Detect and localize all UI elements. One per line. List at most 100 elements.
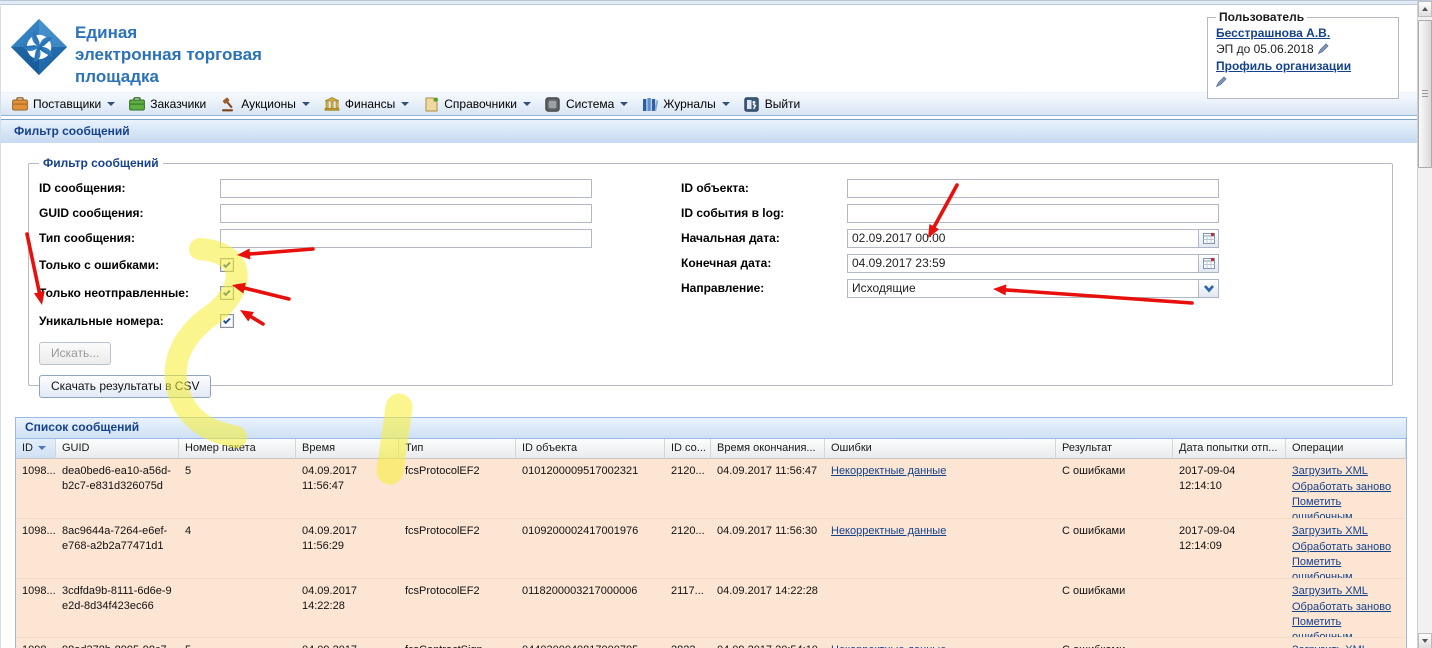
cell-time: 04.09.2017 20:54:10: [296, 638, 399, 648]
operation-link[interactable]: Загрузить XML: [1292, 643, 1396, 648]
object-id-input[interactable]: [847, 178, 1219, 198]
end-date-input[interactable]: [847, 253, 1199, 273]
menu-item-finance[interactable]: Финансы: [319, 94, 418, 114]
grid-body: 1098... dea0bed6-ea10-a56d-b2c7-e831d3260…: [16, 459, 1406, 648]
log-event-id-input[interactable]: [847, 203, 1219, 223]
cell-guid: 8ac9644a-7264-e6ef-e768-a2b2a77471d1: [62, 525, 168, 552]
only-errors-checkbox[interactable]: [220, 257, 234, 272]
table-row[interactable]: 1098... dea0bed6-ea10-a56d-b2c7-e831d3260…: [16, 459, 1406, 519]
direction-combobox[interactable]: [847, 278, 1199, 298]
only-unsent-checkbox[interactable]: [220, 285, 234, 300]
cell-object_id: 0101200009517002321: [522, 465, 639, 477]
cell-id: 1098...: [22, 585, 56, 597]
customers-icon: [129, 96, 146, 112]
cell-object_id: 0440300040817000705: [516, 638, 665, 648]
end-date-label: Конечная дата:: [681, 256, 772, 270]
vertical-scrollbar[interactable]: [1417, 1, 1432, 648]
content-area: Фильтр сообщений ID сообщения: GUID сооб…: [1, 143, 1417, 648]
column-header-12[interactable]: Операции: [1286, 439, 1406, 459]
direction-dropdown-chevron-icon[interactable]: [1199, 278, 1219, 298]
scroll-down-icon[interactable]: [1418, 633, 1432, 648]
edit-pencil-icon[interactable]: [1317, 43, 1329, 58]
column-header-11[interactable]: Дата попытки отп...: [1173, 439, 1286, 459]
cell-type: fcsContractSign: [399, 638, 516, 648]
direction-label: Направление:: [681, 281, 765, 295]
cell-type: fcsProtocolEF2: [405, 525, 480, 537]
page-title: Фильтр сообщений: [1, 119, 1417, 143]
operation-link[interactable]: Пометить ошибочным: [1292, 495, 1396, 518]
start-date-input[interactable]: [847, 228, 1199, 248]
message-guid-input[interactable]: [220, 203, 592, 223]
user-name-link[interactable]: Бесстрашнова А.В.: [1216, 26, 1330, 40]
message-type-label: Тип сообщения:: [39, 231, 135, 245]
cell-operations: Загрузить XMLОбработать зановоПометить о…: [1286, 579, 1406, 637]
column-header-6[interactable]: ID объекта: [516, 439, 665, 459]
operation-link[interactable]: Пометить ошибочным: [1292, 555, 1396, 578]
cell-object_id: 0118200003217000006: [522, 585, 638, 597]
operation-link[interactable]: Обработать заново: [1292, 600, 1396, 615]
column-header-2[interactable]: GUID: [56, 439, 179, 459]
cell-attempt_date: [1173, 579, 1286, 637]
menu-item-auctions[interactable]: Аукционы: [215, 94, 319, 114]
search-button[interactable]: Искать...: [39, 342, 112, 365]
eetp-logo-icon: [10, 15, 68, 84]
table-row[interactable]: 1098...98ad378b-8995-98c7-9e2d-8d34f4230…: [16, 638, 1406, 648]
unique-numbers-checkbox[interactable]: [220, 313, 234, 328]
operation-link[interactable]: Обработать заново: [1292, 480, 1396, 495]
table-row[interactable]: 1098... 8ac9644a-7264-e6ef-e768-a2b2a7747…: [16, 519, 1406, 579]
column-header-8[interactable]: Время окончания...: [711, 439, 825, 459]
menu-item-exit[interactable]: Выйти: [739, 94, 810, 114]
cell-guid: 98ad378b-8995-98c7-9e2d-8d34f4230566: [56, 638, 179, 648]
auctions-icon: [220, 96, 236, 112]
scroll-up-icon[interactable]: [1418, 1, 1432, 17]
error-details-link[interactable]: Некорректные данные: [831, 643, 946, 648]
menu-item-directories[interactable]: Справочники: [418, 94, 540, 114]
cell-id_so: 2120...: [671, 465, 705, 477]
menu-item-journals[interactable]: Журналы: [637, 94, 738, 114]
column-header-1[interactable]: ID: [16, 439, 56, 459]
object-id-label: ID объекта:: [681, 181, 749, 195]
cert-expiry-text: ЭП до 05.06.2018: [1216, 42, 1314, 56]
cell-result: С ошибками: [1062, 585, 1126, 597]
only-errors-label: Только с ошибками:: [39, 257, 160, 272]
message-type-input[interactable]: [220, 228, 592, 248]
org-profile-link[interactable]: Профиль организации: [1216, 59, 1351, 73]
operation-link[interactable]: Пометить ошибочным: [1292, 615, 1396, 637]
edit-pencil-icon[interactable]: [1215, 76, 1227, 91]
cell-operations: Загрузить XMLОбработать зановоПометить о…: [1286, 638, 1406, 648]
download-csv-button[interactable]: Скачать результаты в CSV: [39, 375, 212, 398]
cell-packet: 5: [185, 465, 192, 477]
menu-item-label: Справочники: [444, 97, 517, 111]
column-header-4[interactable]: Время: [296, 439, 399, 459]
cell-end_time: 04.09.2017 11:56:47: [717, 465, 818, 477]
cell-result: С ошибками: [1056, 638, 1173, 648]
menu-item-system[interactable]: Система: [540, 94, 637, 114]
scrollbar-thumb[interactable]: [1418, 20, 1432, 168]
operation-link[interactable]: Загрузить XML: [1292, 524, 1396, 539]
chevron-down-icon: [401, 102, 410, 106]
error-details-link[interactable]: Некорректные данные: [831, 524, 946, 539]
start-date-calendar-icon[interactable]: [1199, 228, 1219, 248]
error-details-link[interactable]: Некорректные данные: [831, 464, 946, 479]
cell-attempt_date: [1173, 638, 1286, 648]
directories-icon: [423, 96, 439, 112]
operation-link[interactable]: Загрузить XML: [1292, 584, 1396, 599]
journals-icon: [642, 96, 659, 112]
operation-link[interactable]: Загрузить XML: [1292, 464, 1396, 479]
end-date-calendar-icon[interactable]: [1199, 253, 1219, 273]
column-header-10[interactable]: Результат: [1056, 439, 1173, 459]
column-header-9[interactable]: Ошибки: [825, 439, 1056, 459]
cell-id_so: 2120...: [671, 525, 705, 537]
cell-time: 04.09.2017 14:22:28: [302, 585, 358, 612]
message-id-input[interactable]: [220, 178, 592, 198]
column-header-7[interactable]: ID со...: [665, 439, 711, 459]
cell-guid: dea0bed6-ea10-a56d-b2c7-e831d326075d: [62, 465, 171, 492]
menu-item-suppliers[interactable]: Поставщики: [7, 94, 124, 114]
menu-item-customers[interactable]: Заказчики: [124, 94, 215, 114]
table-row[interactable]: 1098... 3cdfda9b-8111-6d6e-9e2d-8d34f423e…: [16, 579, 1406, 638]
operation-link[interactable]: Обработать заново: [1292, 540, 1396, 555]
column-header-3[interactable]: Номер пакета: [179, 439, 296, 459]
column-header-5[interactable]: Тип: [399, 439, 516, 459]
chevron-down-icon: [107, 102, 116, 106]
site-title: Единая электронная торговая площадка: [75, 23, 262, 86]
